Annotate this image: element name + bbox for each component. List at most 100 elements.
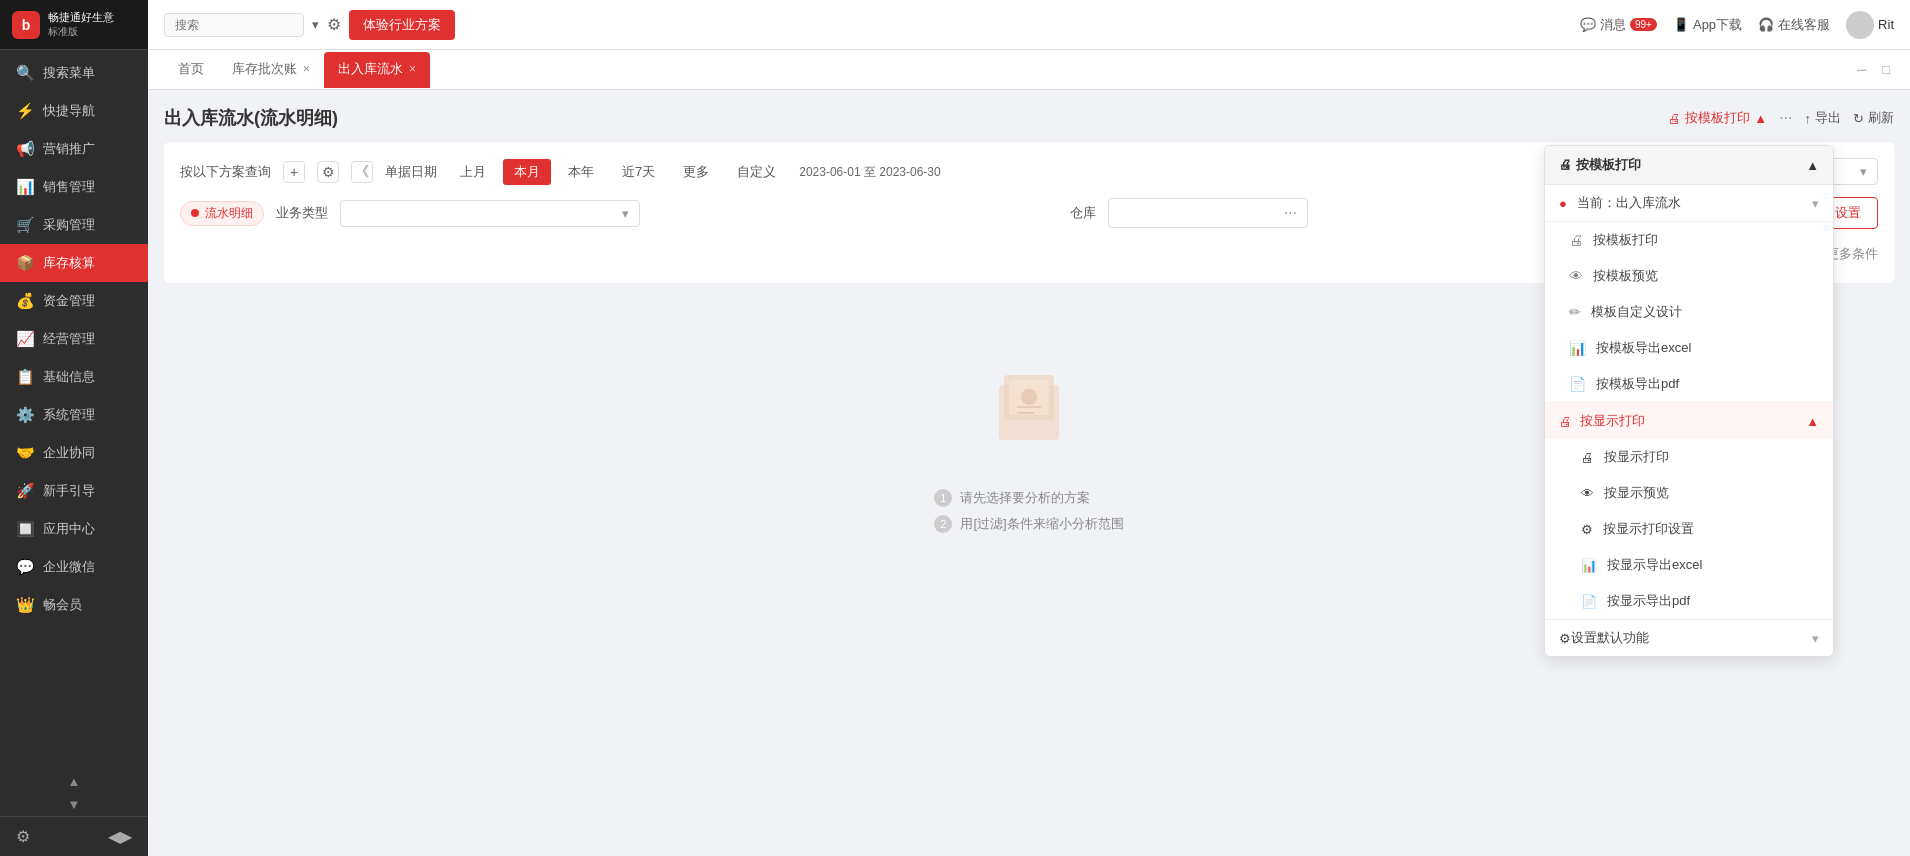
date-btn-this-month[interactable]: 本月 (503, 159, 551, 185)
refresh-btn[interactable]: ↻ 刷新 (1853, 109, 1894, 127)
display-print-icon: 🖨 (1559, 414, 1572, 429)
warehouse-more-icon[interactable]: ··· (1284, 204, 1297, 222)
sidebar-item-inventory[interactable]: 📦 库存核算 (0, 244, 148, 282)
display-section: 🖨 按显示打印 👁 按显示预览 ⚙ 按显示打印设置 📊 (1545, 439, 1833, 620)
dropdown-current-label[interactable]: ● 当前：出入库流水 ▾ (1545, 185, 1833, 221)
date-label: 单据日期 (385, 163, 437, 181)
sidebar-item-quicknav[interactable]: ⚡ 快捷导航 (0, 92, 148, 130)
sidebar-item-enterprise[interactable]: 🤝 企业协同 (0, 434, 148, 472)
dropdown-template-design[interactable]: ✏ 模板自定义设计 (1545, 294, 1833, 330)
industry-btn[interactable]: 体验行业方案 (349, 10, 455, 40)
date-btn-more[interactable]: 更多 (672, 159, 720, 185)
dropdown-footer[interactable]: ⚙ 设置默认功能 ▾ (1545, 620, 1833, 656)
filter-settings-btn[interactable]: ⚙ (317, 161, 339, 183)
sidebar-item-sales[interactable]: 📊 销售管理 (0, 168, 148, 206)
type-select-arrow: ▾ (1860, 164, 1867, 179)
sidebar-menu: 🔍 搜索菜单 ⚡ 快捷导航 📢 营销推广 📊 销售管理 🛒 采购管理 📦 库存核… (0, 50, 148, 770)
filter-collapse-btn[interactable]: 《 (351, 161, 373, 183)
edition-label: 标准版 (48, 25, 114, 39)
footer-collapse-icon[interactable]: ◀▶ (108, 827, 132, 846)
operations-icon: 📈 (16, 330, 35, 348)
date-options: 上月 本月 本年 近7天 更多 自定义 (449, 159, 787, 185)
filter-add-btn[interactable]: + (283, 161, 305, 183)
tab-inventory-flow-close[interactable]: × (409, 62, 416, 76)
sidebar-item-member[interactable]: 👑 畅会员 (0, 586, 148, 624)
disp-preview-icon: 👁 (1581, 486, 1594, 501)
footer-settings-icon[interactable]: ⚙ (16, 827, 30, 846)
export-btn[interactable]: ↑ 导出 (1805, 109, 1842, 127)
tab-inventory-batch[interactable]: 库存批次账 × (218, 52, 324, 88)
date-btn-custom[interactable]: 自定义 (726, 159, 787, 185)
warehouse-select[interactable]: ··· (1108, 198, 1308, 228)
sidebar-item-search[interactable]: 🔍 搜索菜单 (0, 54, 148, 92)
sidebar-item-finance[interactable]: 💰 资金管理 (0, 282, 148, 320)
tab-inventory-batch-close[interactable]: × (303, 62, 310, 76)
message-btn[interactable]: 💬 消息 99+ (1580, 16, 1657, 34)
basics-icon: 📋 (16, 368, 35, 386)
actions-more-icon[interactable]: ··· (1779, 109, 1792, 127)
date-btn-last-month[interactable]: 上月 (449, 159, 497, 185)
sidebar-scroll-down[interactable]: ▼ (0, 793, 148, 816)
sidebar-item-purchase[interactable]: 🛒 采购管理 (0, 206, 148, 244)
sidebar-item-operations[interactable]: 📈 经营管理 (0, 320, 148, 358)
finance-icon: 💰 (16, 292, 35, 310)
tab-bar: 首页 库存批次账 × 出入库流水 × ─ □ (148, 50, 1910, 90)
page-header: 出入库流水(流水明细) 🖨 按模板打印 ▲ ··· ↑ 导出 ↻ 刷新 (164, 106, 1894, 130)
headset-icon: 🎧 (1758, 17, 1774, 32)
display-group-label: 🖨 按显示打印 (1559, 412, 1645, 430)
dropdown-template-excel[interactable]: 📊 按模板导出excel (1545, 330, 1833, 366)
date-range-text: 2023-06-01 至 2023-06-30 (799, 164, 940, 181)
topbar-dropdown-icon[interactable]: ▾ (312, 17, 319, 32)
sidebar-logo: b 畅捷通好生意 标准版 (0, 0, 148, 50)
search-input[interactable] (164, 13, 304, 37)
dropdown-display-settings[interactable]: ⚙ 按显示打印设置 (1545, 511, 1833, 547)
filter-tag[interactable]: 流水明细 (180, 201, 264, 226)
dropdown-display-pdf[interactable]: 📄 按显示导出pdf (1545, 583, 1833, 619)
dropdown-display-preview[interactable]: 👁 按显示预览 (1545, 475, 1833, 511)
tab-home[interactable]: 首页 (164, 52, 218, 88)
disp-print-icon: 🖨 (1581, 450, 1594, 465)
dropdown-display-excel[interactable]: 📊 按显示导出excel (1545, 547, 1833, 583)
enterprise-icon: 🤝 (16, 444, 35, 462)
logo-icon: b (12, 11, 40, 39)
business-type-label: 业务类型 (276, 204, 328, 222)
tab-inventory-flow[interactable]: 出入库流水 × (324, 52, 430, 88)
user-avatar-area[interactable]: Rit (1846, 11, 1894, 39)
printer-icon-header: 🖨 (1559, 157, 1572, 172)
app-download-btn[interactable]: 📱 App下载 (1673, 16, 1742, 34)
tab-minimize-icon[interactable]: ─ (1853, 62, 1870, 77)
dropdown-display-group[interactable]: 🖨 按显示打印 ▲ (1545, 403, 1833, 439)
print-template-btn[interactable]: 🖨 按模板打印 ▲ (1668, 109, 1767, 127)
dropdown-chevron-up[interactable]: ▲ (1806, 158, 1819, 173)
business-type-select[interactable]: ▾ (340, 200, 640, 227)
sidebar-item-marketing[interactable]: 📢 营销推广 (0, 130, 148, 168)
sidebar-item-system[interactable]: ⚙️ 系统管理 (0, 396, 148, 434)
purchase-icon: 🛒 (16, 216, 35, 234)
message-icon: 💬 (1580, 17, 1596, 32)
sidebar-item-basics[interactable]: 📋 基础信息 (0, 358, 148, 396)
topbar-right: 💬 消息 99+ 📱 App下载 🎧 在线客服 Rit (1580, 11, 1894, 39)
guide-icon: 🚀 (16, 482, 35, 500)
dropdown-template-pdf[interactable]: 📄 按模板导出pdf (1545, 366, 1833, 402)
date-btn-this-year[interactable]: 本年 (557, 159, 605, 185)
online-service-btn[interactable]: 🎧 在线客服 (1758, 16, 1830, 34)
display-group-chevron: ▲ (1806, 414, 1819, 429)
search-icon: 🔍 (16, 64, 35, 82)
current-chevron: ▾ (1812, 196, 1819, 211)
tab-maximize-icon[interactable]: □ (1878, 62, 1894, 77)
disp-pdf-icon: 📄 (1581, 594, 1597, 609)
sidebar-item-guide[interactable]: 🚀 新手引导 (0, 472, 148, 510)
dropdown-template-preview[interactable]: 👁 按模板预览 (1545, 258, 1833, 294)
date-btn-7days[interactable]: 近7天 (611, 159, 666, 185)
topbar: ▾ ⚙ 体验行业方案 💬 消息 99+ 📱 App下载 🎧 在线客服 Rit (148, 0, 1910, 50)
sidebar-scroll-up[interactable]: ▲ (0, 770, 148, 793)
disp-settings-icon: ⚙ (1581, 522, 1593, 537)
topbar-gear-icon[interactable]: ⚙ (327, 15, 341, 34)
filter-label: 按以下方案查询 (180, 163, 271, 181)
dropdown-display-print[interactable]: 🖨 按显示打印 (1545, 439, 1833, 475)
appcenter-icon: 🔲 (16, 520, 35, 538)
page-title: 出入库流水(流水明细) (164, 106, 338, 130)
sidebar-item-appcenter[interactable]: 🔲 应用中心 (0, 510, 148, 548)
sidebar-item-weixin[interactable]: 💬 企业微信 (0, 548, 148, 586)
dropdown-template-print[interactable]: 🖨 按模板打印 (1545, 222, 1833, 258)
